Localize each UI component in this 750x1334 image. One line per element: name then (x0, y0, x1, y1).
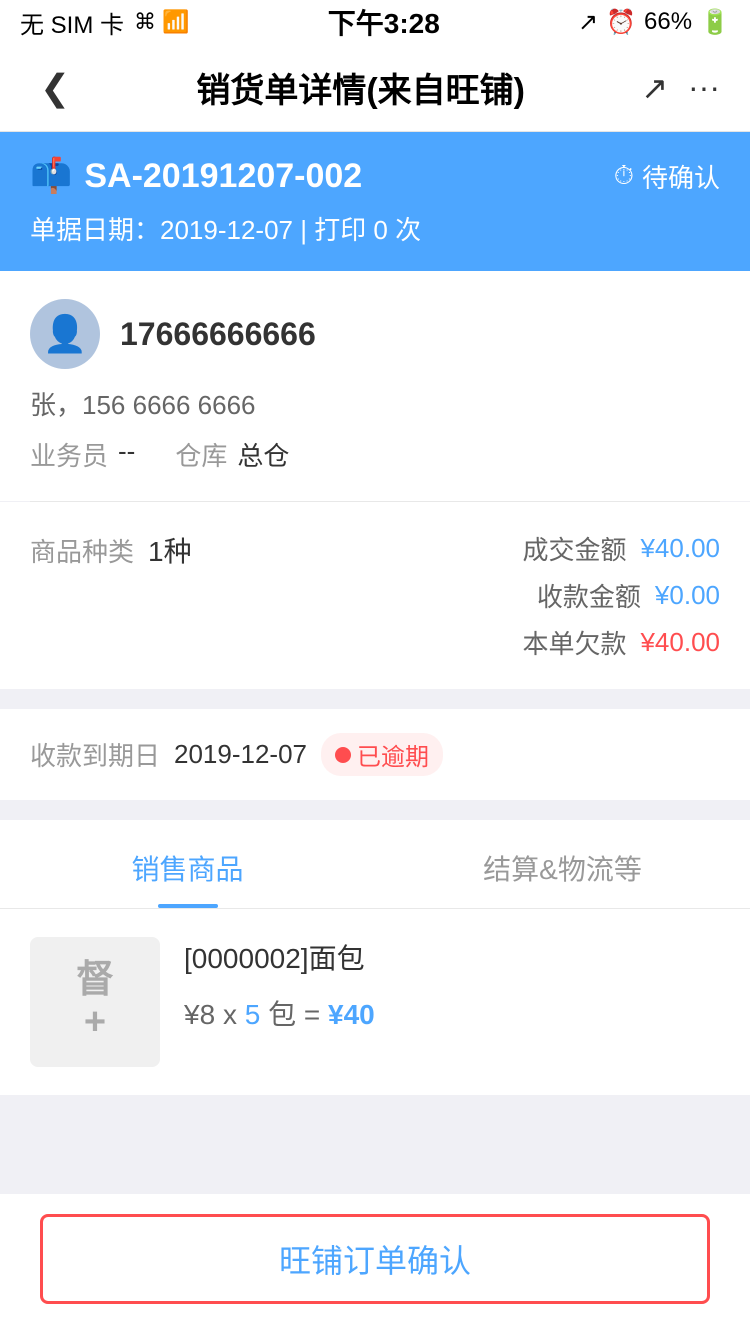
confirm-order-button[interactable]: 旺铺订单确认 (40, 1214, 710, 1304)
nav-actions: ↗︎ ··· (641, 69, 720, 107)
equals-sign: = (304, 999, 328, 1030)
customer-meta: 业务员 -- 仓库 总仓 (30, 436, 720, 473)
time-label: 下午3:28 (328, 2, 440, 42)
product-section: 督 + [0000002]面包 ¥8 x 5 包 = ¥40 (0, 909, 750, 1095)
received-row: 收款金额 ¥0.00 (537, 577, 720, 614)
deal-amount-value: ¥40.00 (640, 533, 720, 564)
battery-icon: 🔋 (700, 8, 730, 37)
customer-section: 👤 17666666666 张，156 6666 6666 业务员 -- 仓库 … (0, 271, 750, 501)
location-icon: ↗ (578, 8, 598, 37)
deal-amount-row: 成交金额 ¥40.00 (522, 530, 720, 567)
overdue-dot-icon (335, 747, 351, 763)
received-label: 收款金额 (537, 577, 641, 614)
status-right: ↗ ⏰ 66% 🔋 (578, 8, 730, 37)
warehouse-value: 总仓 (237, 436, 289, 473)
owed-row: 本单欠款 ¥40.00 (522, 624, 720, 661)
order-id-text: SA-20191207-002 (84, 157, 362, 196)
due-section: 收款到期日 2019-12-07 已逾期 (0, 709, 750, 800)
warehouse-label: 仓库 (175, 436, 227, 473)
multiply-sign: x (223, 999, 245, 1030)
due-label: 收款到期日 (30, 736, 160, 773)
deal-amount-label: 成交金额 (522, 530, 626, 567)
order-icon: 📫 (30, 156, 72, 196)
tab-settlement[interactable]: 结算&物流等 (375, 820, 750, 908)
due-date-value: 2019-12-07 (174, 739, 307, 770)
battery-label: 66% (644, 8, 692, 36)
avatar: 👤 (30, 299, 100, 369)
unit-value: 包 (268, 999, 296, 1030)
product-thumbnail: 督 + (30, 937, 160, 1067)
warehouse-item: 仓库 总仓 (175, 436, 289, 473)
qty-value: 5 (245, 999, 261, 1030)
product-name: [0000002]面包 (184, 937, 720, 977)
order-id: 📫 SA-20191207-002 (30, 156, 362, 196)
owed-value: ¥40.00 (640, 627, 720, 658)
overdue-badge: 已逾期 (321, 733, 443, 776)
logo-line1: 督 (76, 960, 114, 1002)
clock-icon: ⏱ (614, 160, 634, 192)
logo-line2: + (76, 1002, 114, 1044)
tab-sales-products[interactable]: 销售商品 (0, 820, 375, 908)
tabs: 销售商品 结算&物流等 (0, 820, 750, 909)
amounts: 成交金额 ¥40.00 收款金额 ¥0.00 本单欠款 ¥40.00 (522, 530, 720, 661)
product-price: ¥8 x 5 包 = ¥40 (184, 993, 720, 1033)
salesperson-item: 业务员 -- (30, 436, 135, 473)
order-header-top: 📫 SA-20191207-002 ⏱ 待确认 (30, 156, 720, 196)
owed-label: 本单欠款 (522, 624, 626, 661)
carrier-label: 无 SIM 卡 (20, 5, 124, 40)
received-value: ¥0.00 (655, 580, 720, 611)
customer-phone: 17666666666 (120, 316, 316, 353)
status-bar: 无 SIM 卡 ⌘︎ 📶 下午3:28 ↗ ⏰ 66% 🔋 (0, 0, 750, 44)
customer-contact: 张，156 6666 6666 (30, 385, 720, 422)
customer-row: 👤 17666666666 (30, 299, 720, 369)
order-date: 单据日期：2019-12-07 | 打印 0 次 (30, 210, 720, 247)
total-value: ¥40 (328, 999, 375, 1030)
bottom-bar: 旺铺订单确认 (0, 1194, 750, 1334)
product-type: 商品种类 1种 (30, 530, 192, 570)
overdue-text: 已逾期 (357, 737, 429, 772)
wifi-icon: ⌘︎ 📶 (134, 9, 190, 35)
product-info: [0000002]面包 ¥8 x 5 包 = ¥40 (184, 937, 720, 1033)
product-item: 督 + [0000002]面包 ¥8 x 5 包 = ¥40 (30, 937, 720, 1067)
avatar-icon: 👤 (43, 313, 88, 355)
nav-bar: ❮ 销货单详情(来自旺铺) ↗︎ ··· (0, 44, 750, 132)
order-status: ⏱ 待确认 (614, 158, 720, 195)
salesperson-value: -- (118, 436, 135, 473)
status-text: 待确认 (642, 158, 720, 195)
status-left: 无 SIM 卡 ⌘︎ 📶 (20, 5, 190, 40)
alarm-icon: ⏰ (606, 8, 636, 37)
order-header: 📫 SA-20191207-002 ⏱ 待确认 单据日期：2019-12-07 … (0, 132, 750, 271)
page-title: 销货单详情(来自旺铺) (196, 63, 525, 112)
product-type-label: 商品种类 (30, 532, 134, 569)
price-value: ¥8 (184, 999, 215, 1030)
more-button[interactable]: ··· (688, 69, 720, 106)
share-button[interactable]: ↗︎ (641, 69, 668, 107)
product-type-value: 1种 (148, 530, 192, 570)
back-button[interactable]: ❮ (30, 57, 80, 119)
salesperson-label: 业务员 (30, 436, 108, 473)
summary-section: 商品种类 1种 成交金额 ¥40.00 收款金额 ¥0.00 本单欠款 ¥40.… (0, 502, 750, 689)
